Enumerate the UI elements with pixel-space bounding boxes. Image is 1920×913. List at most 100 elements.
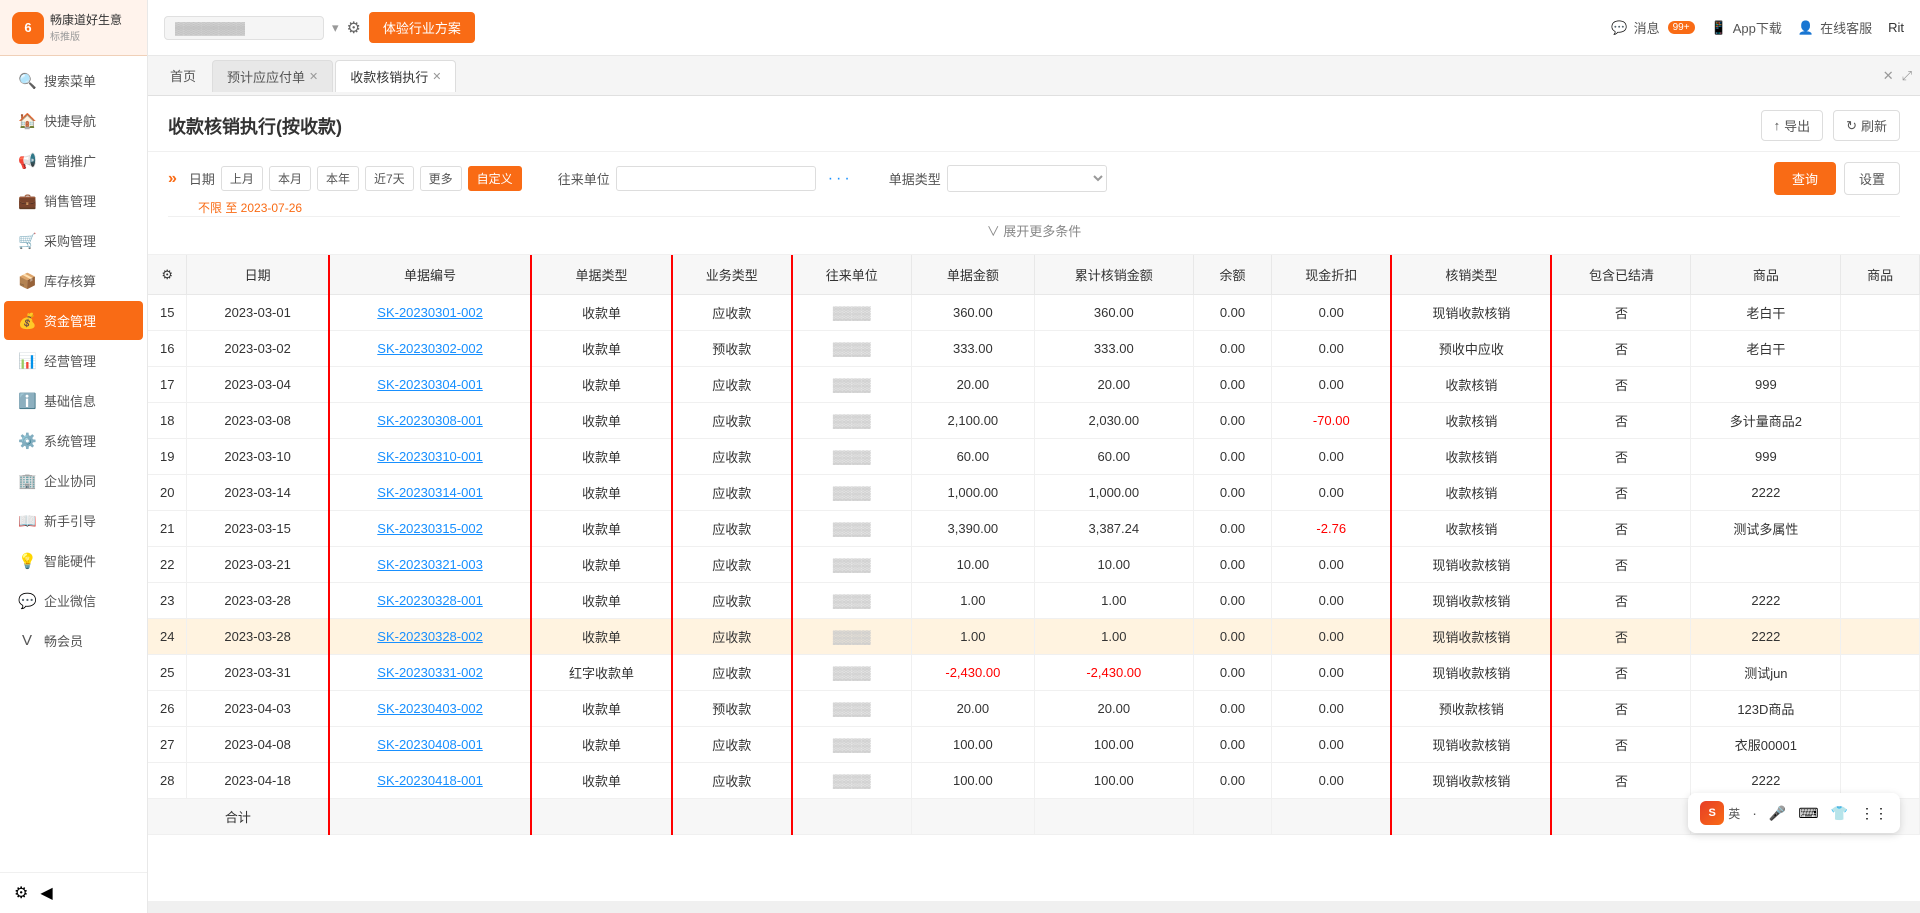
cell-doc-no-link[interactable]: SK-20230310-001 <box>377 449 483 464</box>
cell-amount: -2,430.00 <box>911 655 1034 691</box>
query-button[interactable]: 查询 <box>1774 162 1836 195</box>
cell-doc-no-link[interactable]: SK-20230321-003 <box>377 557 483 572</box>
last-7-days-btn[interactable]: 近7天 <box>365 166 414 191</box>
cell-goods1: 衣服00001 <box>1691 727 1841 763</box>
message-area[interactable]: 💬 消息 99+ <box>1611 18 1694 37</box>
cell-discount: 0.00 <box>1272 655 1391 691</box>
collapse-filter-icon[interactable]: » <box>168 170 177 188</box>
cell-doc-no[interactable]: SK-20230301-002 <box>329 295 532 331</box>
cell-doc-no-link[interactable]: SK-20230418-001 <box>377 773 483 788</box>
grid-icon[interactable]: ⋮⋮ <box>1860 805 1888 822</box>
sidebar-item-inventory[interactable]: 📦 库存核算 <box>4 261 143 300</box>
user-name-area[interactable]: Rit <box>1888 20 1904 35</box>
cell-doc-no-link[interactable]: SK-20230331-002 <box>377 665 483 680</box>
doc-type-select[interactable] <box>947 165 1107 192</box>
horizontal-scrollbar[interactable] <box>148 901 1920 913</box>
cell-doc-no[interactable]: SK-20230304-001 <box>329 367 532 403</box>
settings-icon[interactable]: ⚙ <box>14 883 28 903</box>
sidebar-item-operations[interactable]: 📊 经营管理 <box>4 341 143 380</box>
cell-doc-no-link[interactable]: SK-20230314-001 <box>377 485 483 500</box>
refresh-button[interactable]: ↻ 刷新 <box>1833 110 1900 141</box>
cell-doc-no-link[interactable]: SK-20230408-001 <box>377 737 483 752</box>
sidebar-item-search[interactable]: 🔍 搜索菜单 <box>4 61 143 100</box>
col-settings[interactable]: ⚙ <box>148 255 187 295</box>
cell-doc-no[interactable]: SK-20230315-002 <box>329 511 532 547</box>
cell-date: 2023-03-15 <box>187 511 329 547</box>
cell-doc-no-link[interactable]: SK-20230328-001 <box>377 593 483 608</box>
table-row: 272023-04-08SK-20230408-001收款单应收款▓▓▓▓100… <box>148 727 1920 763</box>
cell-biz-type: 应收款 <box>672 367 792 403</box>
tab-close-all-icon[interactable]: ✕ <box>1883 68 1894 84</box>
cell-doc-no[interactable]: SK-20230403-002 <box>329 691 532 727</box>
sidebar-item-finance[interactable]: 💰 资金管理 <box>4 301 143 340</box>
cell-doc-no[interactable]: SK-20230308-001 <box>329 403 532 439</box>
cell-doc-no[interactable]: SK-20230310-001 <box>329 439 532 475</box>
settings-icon-top[interactable]: ⚙ <box>347 18 361 38</box>
tab-collection-close[interactable]: ✕ <box>432 70 441 83</box>
cell-doc-no[interactable]: SK-20230328-001 <box>329 583 532 619</box>
last-month-btn[interactable]: 上月 <box>221 166 263 191</box>
sidebar-item-system[interactable]: ⚙️ 系统管理 <box>4 421 143 460</box>
collapse-icon[interactable]: ◀ <box>40 883 52 903</box>
sales-icon: 💼 <box>18 192 36 210</box>
cell-doc-no[interactable]: SK-20230418-001 <box>329 763 532 799</box>
cell-doc-no[interactable]: SK-20230328-002 <box>329 619 532 655</box>
expand-bar[interactable]: ∨ 展开更多条件 <box>168 216 1900 244</box>
cell-doc-no-link[interactable]: SK-20230308-001 <box>377 413 483 428</box>
sidebar-item-member[interactable]: V 畅会员 <box>4 621 143 660</box>
more-date-btn[interactable]: 更多 <box>420 166 462 191</box>
mic-icon[interactable]: 🎤 <box>1769 805 1786 822</box>
operations-icon: 📊 <box>18 352 36 370</box>
sidebar-label-company: 企业协同 <box>44 471 96 490</box>
app-download-area[interactable]: 📱 App下载 <box>1711 18 1782 37</box>
cell-settled: 否 <box>1551 727 1690 763</box>
cell-doc-no-link[interactable]: SK-20230302-002 <box>377 341 483 356</box>
sidebar-item-sales[interactable]: 💼 销售管理 <box>4 181 143 220</box>
cell-doc-no[interactable]: SK-20230331-002 <box>329 655 532 691</box>
cell-verify-type: 收款核销 <box>1391 511 1551 547</box>
cell-doc-no-link[interactable]: SK-20230403-002 <box>377 701 483 716</box>
shirt-icon[interactable]: 👕 <box>1831 805 1848 822</box>
this-year-btn[interactable]: 本年 <box>317 166 359 191</box>
custom-date-btn[interactable]: 自定义 <box>468 166 522 191</box>
cell-doc-no-link[interactable]: SK-20230304-001 <box>377 377 483 392</box>
tab-prepay-close[interactable]: ✕ <box>309 70 318 83</box>
sidebar-item-shortcut[interactable]: 🏠 快捷导航 <box>4 101 143 140</box>
cell-doc-no[interactable]: SK-20230408-001 <box>329 727 532 763</box>
setting-button[interactable]: 设置 <box>1844 162 1900 195</box>
sidebar-item-guide[interactable]: 📖 新手引导 <box>4 501 143 540</box>
tab-maximize-icon[interactable]: ⤢ <box>1902 68 1912 84</box>
tab-home[interactable]: 首页 <box>156 60 210 91</box>
cell-amount: 10.00 <box>911 547 1034 583</box>
cell-doc-no-link[interactable]: SK-20230301-002 <box>377 305 483 320</box>
im-dot-icon[interactable]: · <box>1752 805 1757 821</box>
cell-doc-no[interactable]: SK-20230314-001 <box>329 475 532 511</box>
sidebar-item-company[interactable]: 🏢 企业协同 <box>4 461 143 500</box>
cell-doc-no-link[interactable]: SK-20230328-002 <box>377 629 483 644</box>
cell-doc-no[interactable]: SK-20230302-002 <box>329 331 532 367</box>
tab-collection[interactable]: 收款核销执行 ✕ <box>335 60 456 92</box>
cell-verify-type: 预收款核销 <box>1391 691 1551 727</box>
export-button[interactable]: ↑ 导出 <box>1761 110 1824 141</box>
partner-input[interactable] <box>616 166 816 191</box>
tab-prepay[interactable]: 预计应应付单 ✕ <box>212 60 333 92</box>
cell-doc-no[interactable]: SK-20230321-003 <box>329 547 532 583</box>
cell-doc-no-link[interactable]: SK-20230315-002 <box>377 521 483 536</box>
sogou-logo: S <box>1700 801 1724 825</box>
sidebar-item-marketing[interactable]: 📢 营销推广 <box>4 141 143 180</box>
footer-label: 合计 <box>148 799 329 835</box>
dropdown-icon[interactable]: ▾ <box>332 20 339 36</box>
doc-type-label: 单据类型 <box>889 169 941 188</box>
cell-doc-type: 收款单 <box>531 547 671 583</box>
sidebar-item-purchase[interactable]: 🛒 采购管理 <box>4 221 143 260</box>
sidebar-item-wechat[interactable]: 💬 企业微信 <box>4 581 143 620</box>
solution-button[interactable]: 体验行业方案 <box>369 12 475 43</box>
sidebar-item-hardware[interactable]: 💡 智能硬件 <box>4 541 143 580</box>
keyboard-icon[interactable]: ⌨ <box>1798 805 1818 822</box>
ellipsis-button[interactable]: ··· <box>828 170 853 188</box>
online-service-area[interactable]: 👤 在线客服 <box>1798 18 1872 37</box>
this-month-btn[interactable]: 本月 <box>269 166 311 191</box>
cell-verify: 333.00 <box>1034 331 1193 367</box>
sidebar-item-basic[interactable]: ℹ️ 基础信息 <box>4 381 143 420</box>
col-amount: 单据金额 <box>911 255 1034 295</box>
